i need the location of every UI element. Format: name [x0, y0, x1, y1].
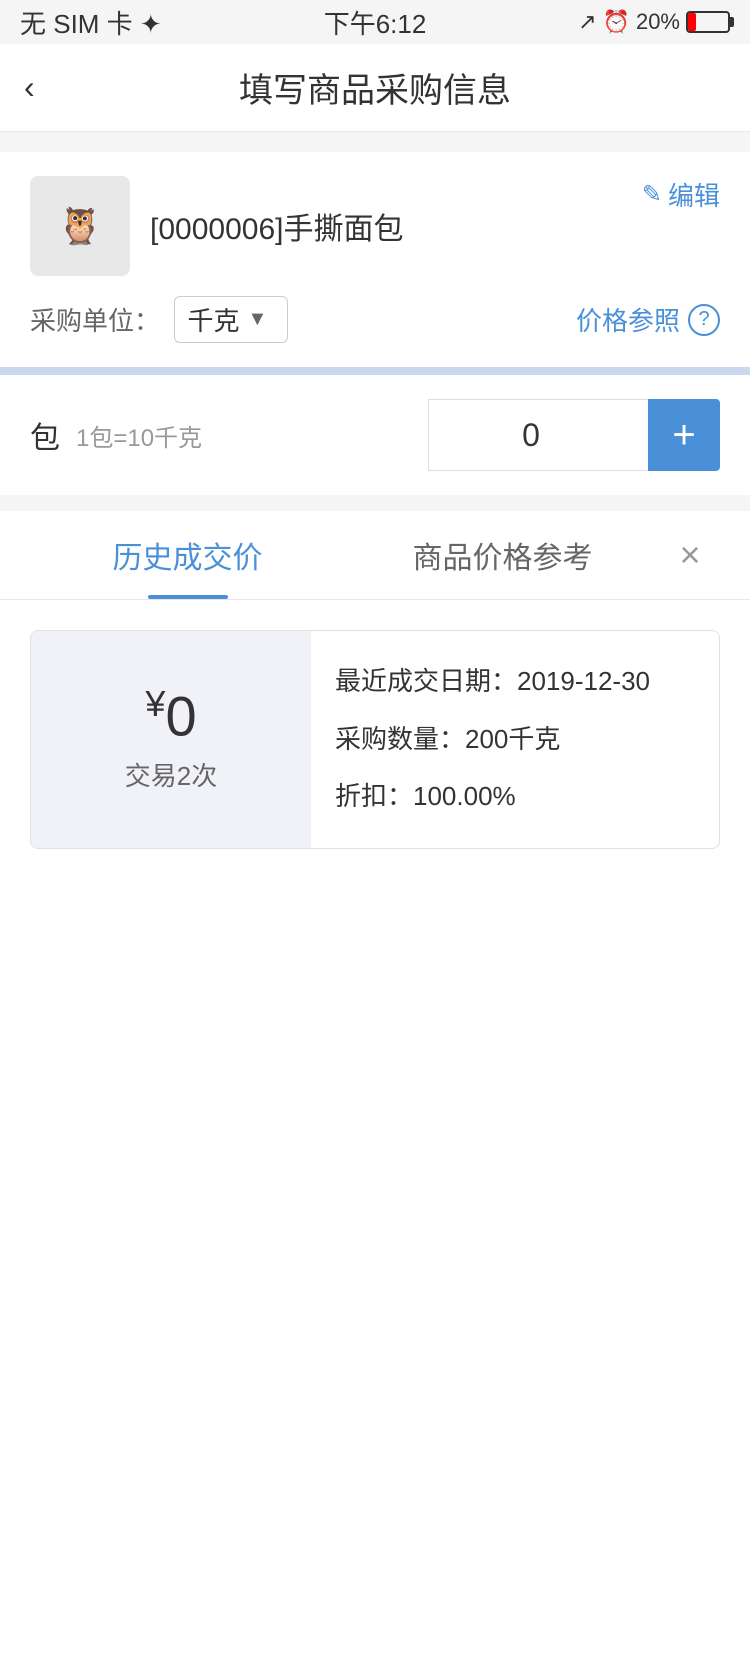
edit-icon: ✎	[642, 180, 662, 209]
battery-icon	[686, 11, 730, 33]
location-icon: ↗	[578, 9, 596, 35]
tabs-header: 历史成交价 商品价格参考 ×	[0, 511, 750, 600]
unit-selector-group: 采购单位： 千克 ▼	[30, 296, 288, 343]
recent-date-value: 2019-12-30	[517, 666, 650, 696]
nav-bar: ‹ 填写商品采购信息	[0, 44, 750, 132]
tab-history-price[interactable]: 历史成交价	[30, 511, 345, 599]
status-right: ↗ ⏰ 20%	[578, 9, 730, 35]
page-title: 填写商品采购信息	[239, 63, 511, 112]
transaction-summary: ¥0 交易2次	[31, 631, 311, 848]
transaction-price: ¥0	[145, 686, 196, 745]
transaction-details: 最近成交日期：2019-12-30 采购数量：200千克 折扣：100.00%	[311, 631, 719, 848]
quantity-input[interactable]	[428, 399, 648, 471]
section-divider	[0, 367, 750, 375]
status-time: 下午6:12	[324, 4, 427, 41]
tab-price-ref-label: 商品价格参考	[413, 533, 593, 577]
edit-button[interactable]: ✎ 编辑	[642, 176, 720, 213]
back-arrow-icon: ‹	[24, 69, 35, 105]
tab-close-button[interactable]: ×	[660, 525, 720, 585]
discount-label: 折扣：	[335, 781, 413, 811]
qty-row-detail: 采购数量：200千克	[335, 719, 695, 761]
close-icon: ×	[679, 534, 700, 576]
plus-icon: +	[672, 413, 695, 458]
qty-input-wrap: +	[428, 399, 720, 471]
qty-unit-sub: 1包=10千克	[76, 418, 428, 453]
status-bar: 无 SIM 卡 ✦ 下午6:12 ↗ ⏰ 20%	[0, 0, 750, 44]
tab-history-label: 历史成交价	[113, 533, 263, 577]
unit-value: 千克	[187, 301, 239, 338]
tab-active-indicator	[148, 595, 228, 599]
qty-detail-value: 200千克	[465, 724, 560, 754]
back-button[interactable]: ‹	[24, 69, 35, 106]
help-circle-icon: ?	[688, 304, 720, 336]
product-top-row: 🦉 [0000006]手撕面包 ✎ 编辑	[30, 176, 720, 276]
product-thumbnail: 🦉	[30, 176, 130, 276]
edit-label: 编辑	[668, 176, 720, 213]
product-logo-icon: 🦉	[58, 205, 103, 247]
alarm-icon: ⏰	[603, 9, 630, 35]
price-ref-label: 价格参照	[576, 301, 680, 338]
quantity-row: 包 1包=10千克 +	[0, 375, 750, 495]
recent-date-label: 最近成交日期：	[335, 666, 517, 696]
battery-percent: 20%	[636, 9, 680, 35]
product-unit-row: 采购单位： 千克 ▼ 价格参照 ?	[30, 296, 720, 343]
price-reference-button[interactable]: 价格参照 ?	[576, 301, 720, 338]
status-carrier: 无 SIM 卡 ✦	[20, 4, 162, 41]
discount-row: 折扣：100.00%	[335, 776, 695, 818]
product-info: 🦉 [0000006]手撕面包	[30, 176, 403, 276]
price-value: 0	[165, 684, 196, 747]
recent-date-row: 最近成交日期：2019-12-30	[335, 661, 695, 703]
qty-detail-label: 采购数量：	[335, 724, 465, 754]
tabs-panel: 历史成交价 商品价格参考 × ¥0 交易2次 最近成交日期：2019-12-30	[0, 511, 750, 879]
discount-value: 100.00%	[413, 781, 516, 811]
bottom-area	[0, 879, 750, 1679]
tab-price-reference[interactable]: 商品价格参考	[345, 511, 660, 599]
transaction-count: 交易2次	[125, 756, 217, 793]
unit-label: 采购单位：	[30, 306, 160, 336]
currency-symbol: ¥	[145, 683, 165, 724]
unit-select[interactable]: 千克 ▼	[174, 296, 288, 343]
chevron-down-icon: ▼	[247, 308, 267, 331]
qty-unit-label: 包	[30, 413, 60, 457]
tab-content: ¥0 交易2次 最近成交日期：2019-12-30 采购数量：200千克 折扣：…	[0, 600, 750, 879]
transaction-card: ¥0 交易2次 最近成交日期：2019-12-30 采购数量：200千克 折扣：…	[30, 630, 720, 849]
qty-plus-button[interactable]: +	[648, 399, 720, 471]
product-name: [0000006]手撕面包	[150, 204, 403, 248]
product-card: 🦉 [0000006]手撕面包 ✎ 编辑 采购单位： 千克 ▼ 价格参照 ?	[0, 152, 750, 367]
